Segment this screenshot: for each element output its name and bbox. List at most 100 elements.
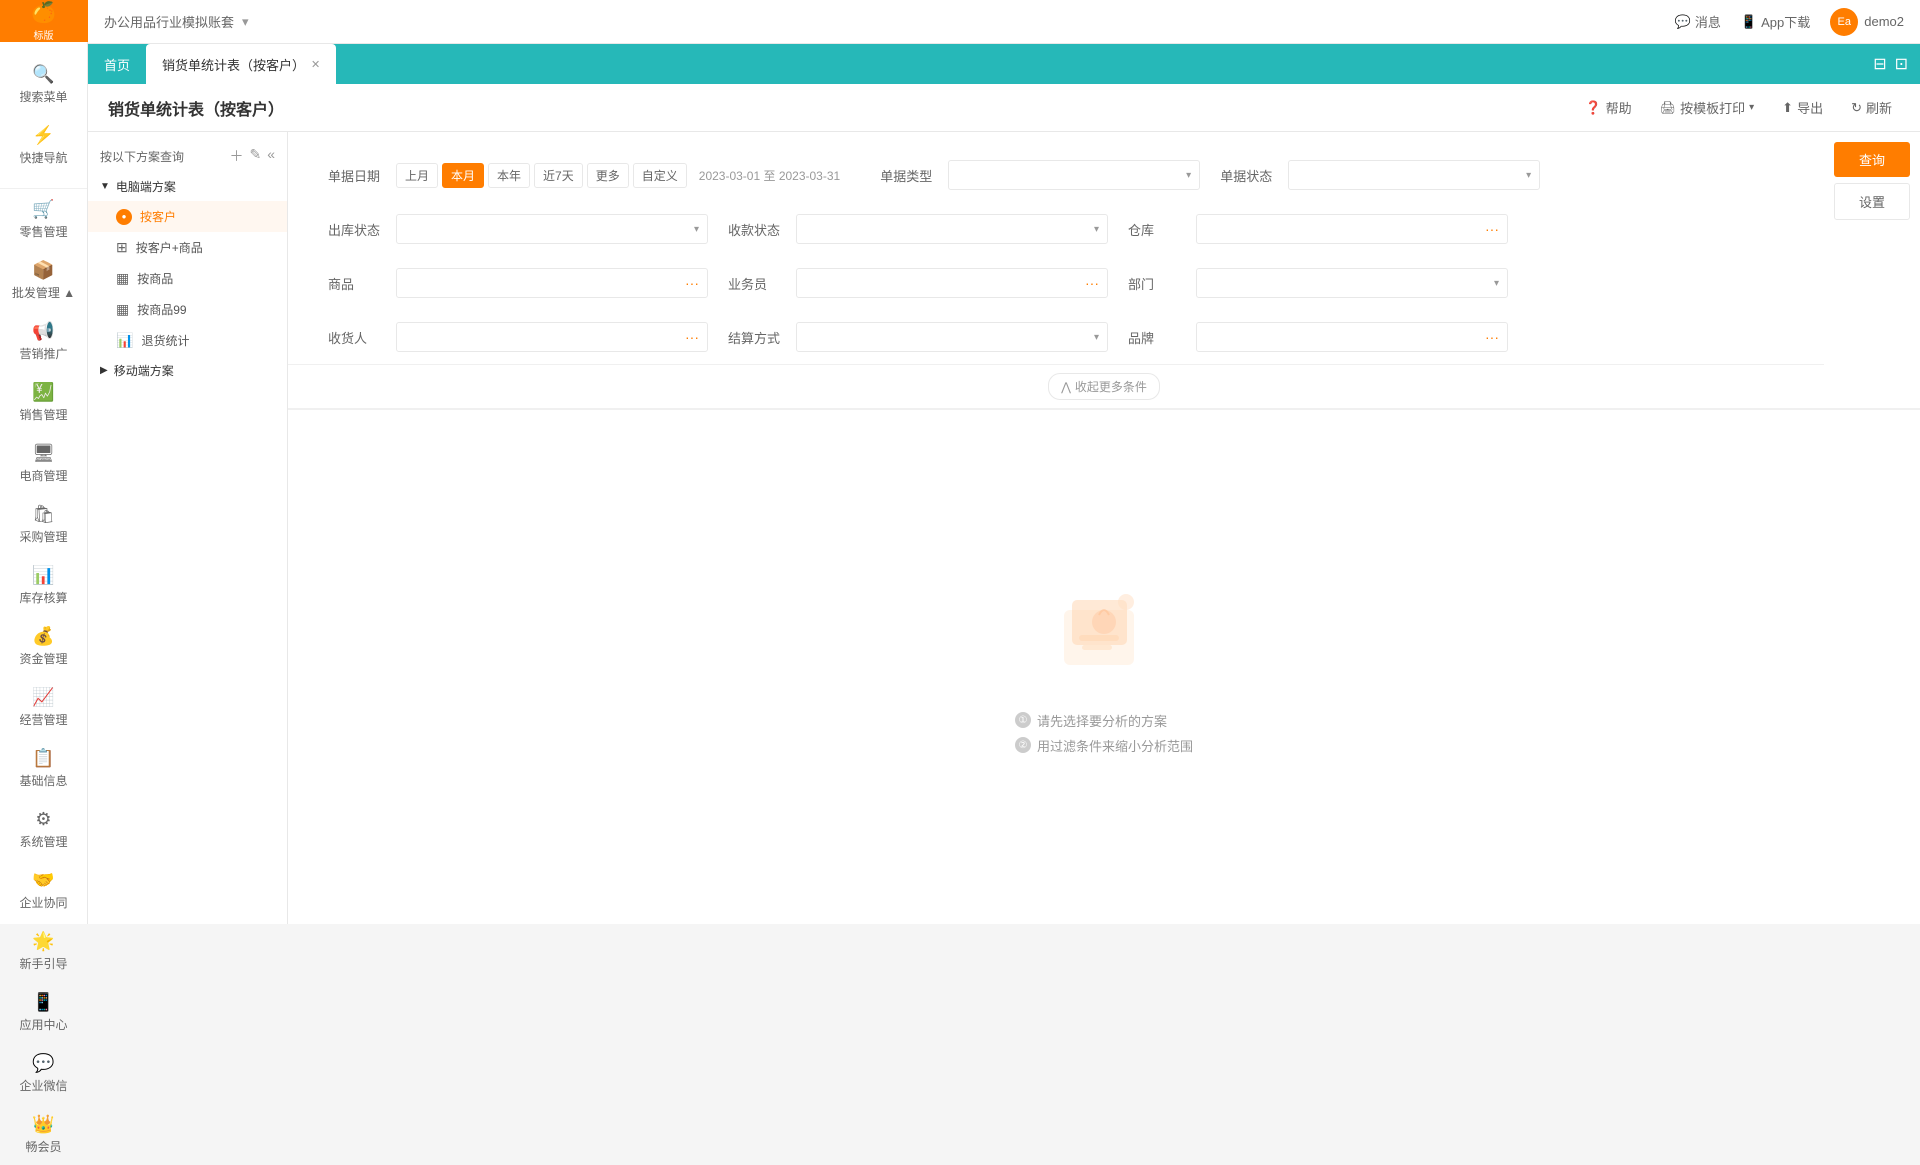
- salesperson-label: 业务员: [728, 274, 788, 293]
- scheme-group-desktop-header[interactable]: ▼ 电脑端方案: [88, 172, 287, 201]
- quick-nav-icon: ⚡: [32, 125, 54, 146]
- sidebar-item-purchase[interactable]: 🛍 采购管理: [0, 494, 88, 555]
- payment-status-select[interactable]: ▾: [796, 214, 1108, 244]
- print-arrow-icon: ▾: [1749, 102, 1754, 113]
- scheme-group-desktop: ▼ 电脑端方案 ● 按客户 ⊞ 按客户+商品 ▦ 按商品: [88, 172, 287, 356]
- tab-sales-stats[interactable]: 销货单统计表（按客户） ✕: [146, 44, 336, 84]
- minimize-button[interactable]: ⊟: [1873, 54, 1886, 74]
- department-select[interactable]: ▾: [1196, 268, 1508, 298]
- search-label: 搜索菜单: [19, 88, 67, 105]
- sidebar-item-ecommerce[interactable]: 🖥 电商管理: [0, 433, 88, 494]
- sidebar-item-retail[interactable]: 🛒 零售管理: [0, 189, 88, 250]
- help-button[interactable]: ❓ 帮助: [1577, 94, 1639, 121]
- scheme-item-by-goods-99[interactable]: ▦ 按商品99: [88, 294, 287, 325]
- sidebar-item-basic-info[interactable]: 📋 基础信息: [0, 738, 88, 799]
- date-btn-custom[interactable]: 自定义: [633, 163, 687, 188]
- scheme-item-return-stats[interactable]: 📊 退货统计: [88, 325, 287, 356]
- data-area: ① 请先选择要分析的方案 ② 用过滤条件来缩小分析范围: [288, 409, 1920, 924]
- date-btn-7days[interactable]: 近7天: [534, 163, 583, 188]
- salesperson-dots-icon[interactable]: ···: [1085, 275, 1099, 291]
- sidebar-item-newbie[interactable]: 🌟 新手引导: [0, 921, 88, 982]
- app-download-label: App下载: [1761, 12, 1810, 31]
- scheme-by-goods-label: 按商品: [137, 270, 173, 287]
- tab-home[interactable]: 首页: [88, 44, 146, 84]
- wholesale-icon: 📦: [32, 260, 54, 281]
- tab-bar: 首页 销货单统计表（按客户） ✕ ⊟ ⊡: [88, 44, 1920, 84]
- refresh-button[interactable]: ↻ 刷新: [1843, 94, 1900, 121]
- tab-bar-controls: ⊟ ⊡: [1873, 54, 1920, 74]
- scheme-group-mobile-header[interactable]: ▶ 移动端方案: [88, 356, 287, 385]
- order-status-select[interactable]: ▾: [1288, 160, 1540, 190]
- search-menu-item[interactable]: 🔍 搜索菜单: [0, 54, 88, 115]
- scheme-group-mobile: ▶ 移动端方案: [88, 356, 287, 385]
- quick-nav-item[interactable]: ⚡ 快捷导航: [0, 115, 88, 176]
- print-button[interactable]: 🖨 按模板打印 ▾: [1652, 94, 1763, 121]
- settlement-select[interactable]: ▾: [796, 322, 1108, 352]
- warehouse-dots-icon[interactable]: ···: [1485, 221, 1499, 237]
- main-area: 办公用品行业模拟账套 ▾ 💬 消息 📱 App下载 Ea demo2 首页: [88, 0, 1920, 924]
- scheme-collapse-icon[interactable]: «: [267, 146, 275, 166]
- sidebar-item-apps[interactable]: 📱 应用中心: [0, 982, 88, 1043]
- filter-department-item: 部门 ▾: [1128, 268, 1508, 298]
- date-btn-this-year[interactable]: 本年: [488, 163, 530, 188]
- newbie-icon: 🌟: [32, 931, 54, 952]
- brand-select[interactable]: ···: [1196, 322, 1508, 352]
- logo-text: 标版: [34, 27, 54, 42]
- filter-date-item: 单据日期 上月 本月 本年 近7天 更多 自定义 2023-03-01 至 20…: [328, 163, 840, 188]
- sidebar-item-enterprise[interactable]: 🤝 企业协同: [0, 860, 88, 921]
- maximize-button[interactable]: ⊡: [1895, 54, 1908, 74]
- sidebar-item-sales[interactable]: 💹 销售管理: [0, 372, 88, 433]
- filter-row-1: 单据日期 上月 本月 本年 近7天 更多 自定义 2023-03-01 至 20…: [288, 132, 1824, 365]
- empty-state: ① 请先选择要分析的方案 ② 用过滤条件来缩小分析范围: [288, 580, 1920, 755]
- apps-label: 应用中心: [19, 1016, 67, 1033]
- app-download-button[interactable]: 📱 App下载: [1741, 12, 1810, 31]
- receiver-select[interactable]: ···: [396, 322, 708, 352]
- filter-columns: 单据日期 上月 本月 本年 近7天 更多 自定义 2023-03-01 至 20…: [288, 132, 1824, 365]
- receiver-dots-icon[interactable]: ···: [685, 329, 699, 345]
- sidebar-item-vip[interactable]: 👑 畅会员: [0, 1104, 88, 1165]
- purchase-icon: 🛍: [32, 504, 55, 525]
- settlement-label: 结算方式: [728, 328, 788, 347]
- breadcrumb-arrow[interactable]: ▾: [242, 14, 249, 30]
- date-btn-this-month[interactable]: 本月: [442, 163, 484, 188]
- sidebar: 🍊 标版 🔍 搜索菜单 ⚡ 快捷导航 🛒 零售管理 📦 批发管理 ▲ 📢 营销推…: [0, 0, 88, 924]
- scheme-add-icon[interactable]: ＋: [229, 146, 243, 166]
- query-button[interactable]: 查询: [1834, 142, 1910, 177]
- settlement-arrow-icon: ▾: [1094, 332, 1099, 343]
- goods-select[interactable]: ···: [396, 268, 708, 298]
- message-button[interactable]: 💬 消息: [1675, 12, 1721, 31]
- export-button[interactable]: ⬆ 导出: [1774, 94, 1831, 121]
- sidebar-item-wechat[interactable]: 💬 企业微信: [0, 1043, 88, 1104]
- sidebar-item-operations[interactable]: 📈 经营管理: [0, 677, 88, 738]
- sidebar-item-search[interactable]: 🔍 搜索菜单 ⚡ 快捷导航: [0, 42, 87, 189]
- goods-dots-icon[interactable]: ···: [685, 275, 699, 291]
- sidebar-item-marketing[interactable]: 📢 营销推广: [0, 311, 88, 372]
- sidebar-item-inventory[interactable]: 📊 库存核算: [0, 555, 88, 616]
- collapse-button[interactable]: ⋀ 收起更多条件: [1048, 373, 1160, 400]
- wholesale-label: 批发管理 ▲: [12, 284, 75, 301]
- sidebar-item-finance[interactable]: 💰 资金管理: [0, 616, 88, 677]
- scheme-item-by-goods[interactable]: ▦ 按商品: [88, 263, 287, 294]
- sidebar-item-system[interactable]: ⚙ 系统管理: [0, 799, 88, 860]
- sidebar-item-wholesale[interactable]: 📦 批发管理 ▲: [0, 250, 88, 311]
- order-type-select[interactable]: ▾: [948, 160, 1200, 190]
- phone-icon: 📱: [1741, 14, 1757, 30]
- brand-dots-icon[interactable]: ···: [1485, 329, 1499, 345]
- date-btn-last-month[interactable]: 上月: [396, 163, 438, 188]
- page-title: 销货单统计表（按客户）: [108, 96, 284, 120]
- user-area[interactable]: Ea demo2: [1830, 8, 1904, 36]
- close-tab-button[interactable]: ✕: [311, 58, 320, 71]
- salesperson-select[interactable]: ···: [796, 268, 1108, 298]
- warehouse-select[interactable]: ···: [1196, 214, 1508, 244]
- filter-row-3: 商品 ··· 业务员: [308, 268, 1804, 310]
- date-btn-more[interactable]: 更多: [587, 163, 629, 188]
- scheme-item-by-customer[interactable]: ● 按客户: [88, 201, 287, 232]
- sales-icon: 💹: [32, 382, 54, 403]
- app-logo[interactable]: 🍊 标版: [0, 0, 88, 42]
- out-status-select[interactable]: ▾: [396, 214, 708, 244]
- scheme-item-by-customer-goods[interactable]: ⊞ 按客户+商品: [88, 232, 287, 263]
- setting-button[interactable]: 设置: [1834, 183, 1910, 220]
- avatar[interactable]: Ea: [1830, 8, 1858, 36]
- filter-area: 单据日期 上月 本月 本年 近7天 更多 自定义 2023-03-01 至 20…: [288, 132, 1920, 924]
- scheme-edit-icon[interactable]: ✎: [249, 146, 261, 166]
